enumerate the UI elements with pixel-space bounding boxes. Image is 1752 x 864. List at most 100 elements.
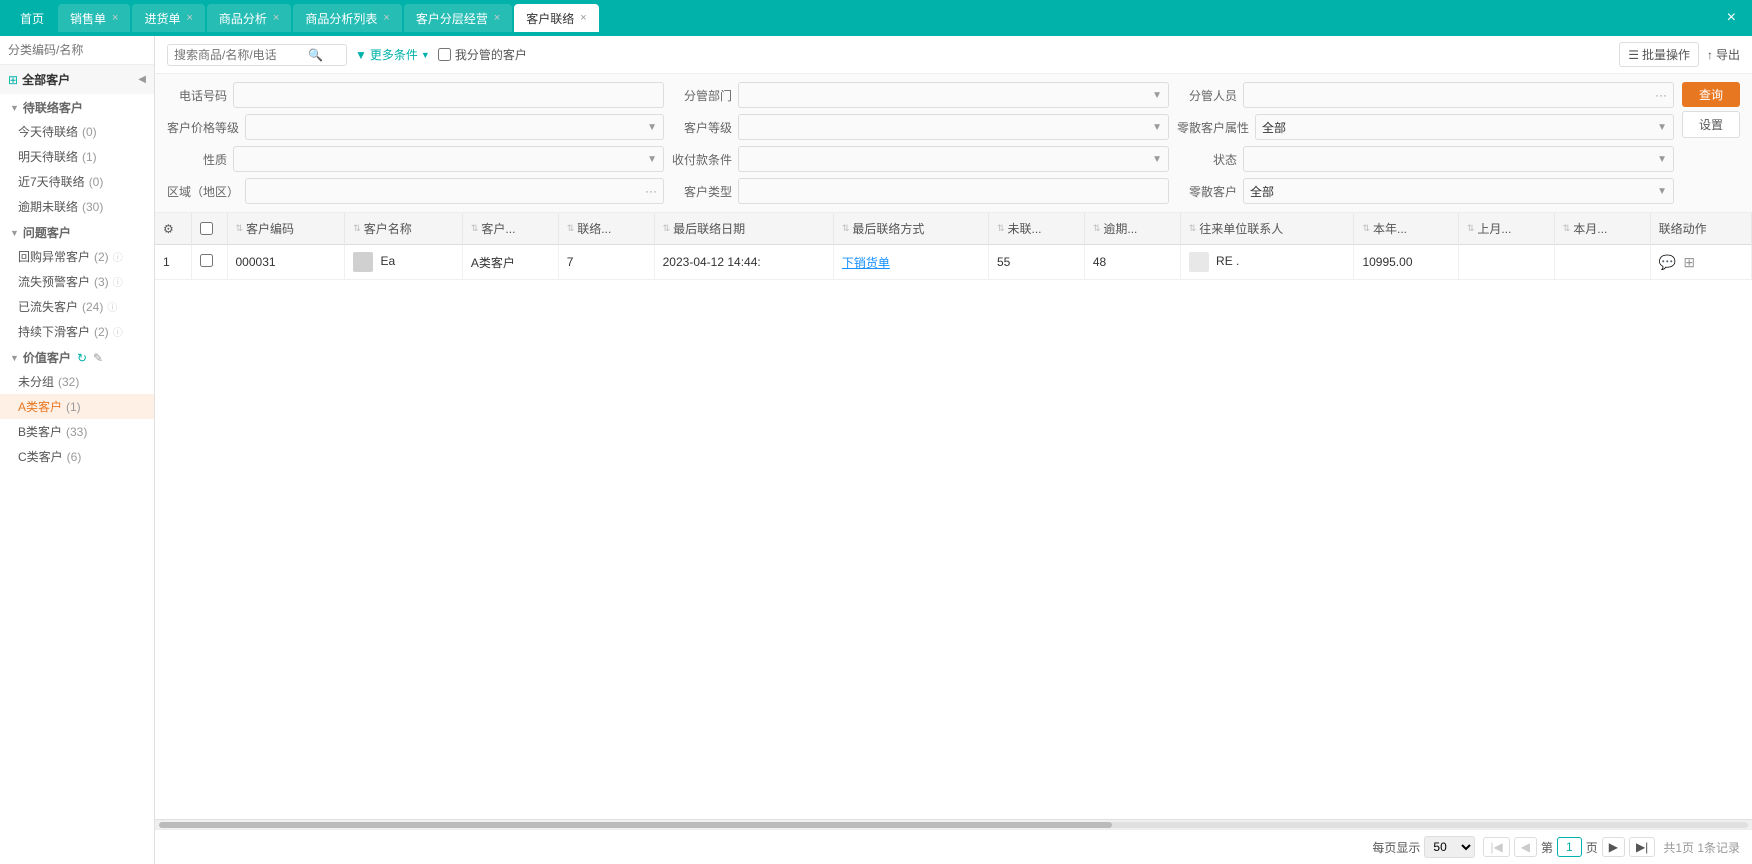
close-icon[interactable]: × xyxy=(383,12,389,24)
nav-tab-purchase[interactable]: 进货单 × xyxy=(132,4,204,32)
my-customers-checkbox[interactable] xyxy=(438,48,451,61)
filter-bar-actions: ☰ 批量操作 ↑ 导出 xyxy=(1619,42,1740,67)
filter-more-conditions-btn[interactable]: ▼ 更多条件 ▼ xyxy=(355,46,430,63)
horizontal-scrollbar[interactable] xyxy=(155,819,1752,829)
per-page-select[interactable]: 50 100 200 xyxy=(1424,836,1475,858)
close-icon[interactable]: × xyxy=(494,12,500,24)
region-input[interactable]: ··· xyxy=(245,178,664,204)
sidebar-group-value[interactable]: ▼ 价值客户 ↻ ✎ xyxy=(0,344,154,369)
sidebar-item-7day-contact[interactable]: 近7天待联络 (0) xyxy=(0,169,154,194)
customer-level-dropdown[interactable]: ▼ xyxy=(738,114,1169,140)
current-page-display[interactable]: 1 xyxy=(1557,837,1582,857)
sidebar-item-class-c[interactable]: C类客户 (6) xyxy=(0,444,154,469)
nav-home[interactable]: 首页 xyxy=(8,4,56,32)
select-all-checkbox[interactable] xyxy=(200,222,213,235)
sidebar-item-class-a[interactable]: A类客户 (1) xyxy=(0,394,154,419)
export-button[interactable]: ↑ 导出 xyxy=(1707,46,1740,63)
filter-field-retail-attr: 零散客户属性 全部 ▼ xyxy=(1177,114,1674,140)
sidebar-item-overdue-contact[interactable]: 逾期未联络 (30) xyxy=(0,194,154,219)
batch-ops-button[interactable]: ☰ 批量操作 xyxy=(1619,42,1699,67)
item-label: C类客户 xyxy=(18,448,63,465)
td-not-contacted: 55 xyxy=(988,245,1084,280)
close-icon[interactable]: × xyxy=(186,12,192,24)
sidebar-item-declining[interactable]: 持续下滑客户 (2) ⓘ xyxy=(0,319,154,344)
scroll-thumb[interactable] xyxy=(159,822,1112,828)
refresh-icon[interactable]: ↻ xyxy=(77,351,87,365)
td-code: 000031 xyxy=(227,245,345,280)
retail-attr-dropdown[interactable]: 全部 ▼ xyxy=(1255,114,1674,140)
filter-search-icon[interactable]: 🔍 xyxy=(308,48,323,62)
query-button[interactable]: 查询 xyxy=(1682,82,1740,107)
close-icon[interactable]: × xyxy=(112,12,118,24)
more-dots-icon: ··· xyxy=(1655,88,1667,102)
nav-tab-label: 销售单 xyxy=(70,10,106,27)
nav-tab-analysis-list[interactable]: 商品分析列表 × xyxy=(293,4,401,32)
chevron-down-icon: ▼ xyxy=(421,50,430,60)
last-page-button[interactable]: ▶| xyxy=(1629,837,1655,857)
nav-tab-customer-segment[interactable]: 客户分层经营 × xyxy=(404,4,512,32)
td-name: Ea xyxy=(345,245,463,280)
phone-label: 电话号码 xyxy=(167,87,227,104)
dept-dropdown[interactable]: ▼ xyxy=(738,82,1169,108)
retail-customer-dropdown[interactable]: 全部 ▼ xyxy=(1243,178,1674,204)
col-label: 最后联络方式 xyxy=(852,220,924,237)
sidebar-item-churn-warning[interactable]: 流失预警客户 (3) ⓘ xyxy=(0,269,154,294)
nav-tab-label: 客户分层经营 xyxy=(416,10,488,27)
phone-input[interactable] xyxy=(233,82,664,108)
sidebar-group-problem[interactable]: ▼ 问题客户 xyxy=(0,219,154,244)
window-close-button[interactable]: × xyxy=(1719,9,1744,27)
pagination-bar: 每页显示 50 100 200 |◀ ◀ 第 1 页 ▶ ▶| 共1页 1条记录 xyxy=(155,829,1752,864)
settings-icon[interactable]: ⚙ xyxy=(163,222,174,236)
td-overdue: 48 xyxy=(1084,245,1180,280)
item-label: 回购异常客户 xyxy=(18,248,90,265)
td-checkbox xyxy=(191,245,227,280)
close-icon[interactable]: × xyxy=(580,12,586,24)
retail-attr-label: 零散客户属性 xyxy=(1177,119,1249,136)
nav-tab-salesorder[interactable]: 销售单 × xyxy=(58,4,130,32)
sidebar-item-ungrouped[interactable]: 未分组 (32) xyxy=(0,369,154,394)
chat-icon-button[interactable]: 💬 xyxy=(1659,254,1676,271)
sidebar-item-class-b[interactable]: B类客户 (33) xyxy=(0,419,154,444)
sidebar-item-repurchase-abnormal[interactable]: 回购异常客户 (2) ⓘ xyxy=(0,244,154,269)
item-label: 流失预警客户 xyxy=(18,273,90,290)
price-level-dropdown[interactable]: ▼ xyxy=(245,114,664,140)
close-icon[interactable]: × xyxy=(273,12,279,24)
region-label: 区域（地区） xyxy=(167,183,239,200)
payment-dropdown[interactable]: ▼ xyxy=(738,146,1169,172)
filter-search-input[interactable] xyxy=(174,48,304,62)
sidebar-group-pending[interactable]: ▼ 待联络客户 xyxy=(0,94,154,119)
next-page-button[interactable]: ▶ xyxy=(1602,837,1625,857)
page-suffix: 页 xyxy=(1586,839,1598,856)
contact-method-link[interactable]: 下销货单 xyxy=(842,256,890,270)
filter-field-customer-level: 客户等级 ▼ xyxy=(672,114,1169,140)
sidebar-item-tomorrow-contact[interactable]: 明天待联络 (1) xyxy=(0,144,154,169)
th-company-contact: ⇅ 往来单位联系人 xyxy=(1180,213,1354,245)
customer-level-label: 客户等级 xyxy=(672,119,732,136)
nav-tab-analysis[interactable]: 商品分析 × xyxy=(207,4,291,32)
grid-icon-button[interactable]: ⊞ xyxy=(1683,254,1695,271)
table-container: ⚙ ⇅ 客户编码 xyxy=(155,213,1752,819)
contact-avatar xyxy=(1189,252,1209,272)
row-checkbox[interactable] xyxy=(200,254,213,267)
status-dropdown[interactable]: ▼ xyxy=(1243,146,1674,172)
first-page-button[interactable]: |◀ xyxy=(1483,837,1509,857)
manager-input[interactable]: ··· xyxy=(1243,82,1674,108)
prev-page-button[interactable]: ◀ xyxy=(1514,837,1537,857)
item-count: (33) xyxy=(66,425,87,439)
edit-icon[interactable]: ✎ xyxy=(93,351,103,365)
nav-tab-label: 客户联络 xyxy=(526,10,574,27)
my-customers-filter[interactable]: 我分管的客户 xyxy=(438,46,527,63)
td-type: A类客户 xyxy=(462,245,558,280)
filter-bar: 🔍 ▼ 更多条件 ▼ 我分管的客户 ☰ 批量操作 ↑ 导出 xyxy=(155,36,1752,74)
nav-tab-customer-contact[interactable]: 客户联络 × xyxy=(514,4,598,32)
settings-button[interactable]: 设置 xyxy=(1682,111,1740,138)
grid-icon: ⊞ xyxy=(8,73,18,87)
all-customers-header[interactable]: ⊞ 全部客户 ◀ xyxy=(0,65,154,94)
sidebar-item-today-contact[interactable]: 今天待联络 (0) xyxy=(0,119,154,144)
nature-dropdown[interactable]: ▼ xyxy=(233,146,664,172)
th-settings: ⚙ xyxy=(155,213,191,245)
chevron-down-icon: ▼ xyxy=(1152,154,1162,165)
sidebar-item-churned[interactable]: 已流失客户 (24) ⓘ xyxy=(0,294,154,319)
customer-type-input[interactable] xyxy=(738,178,1169,204)
sidebar-search-input[interactable] xyxy=(8,43,155,57)
